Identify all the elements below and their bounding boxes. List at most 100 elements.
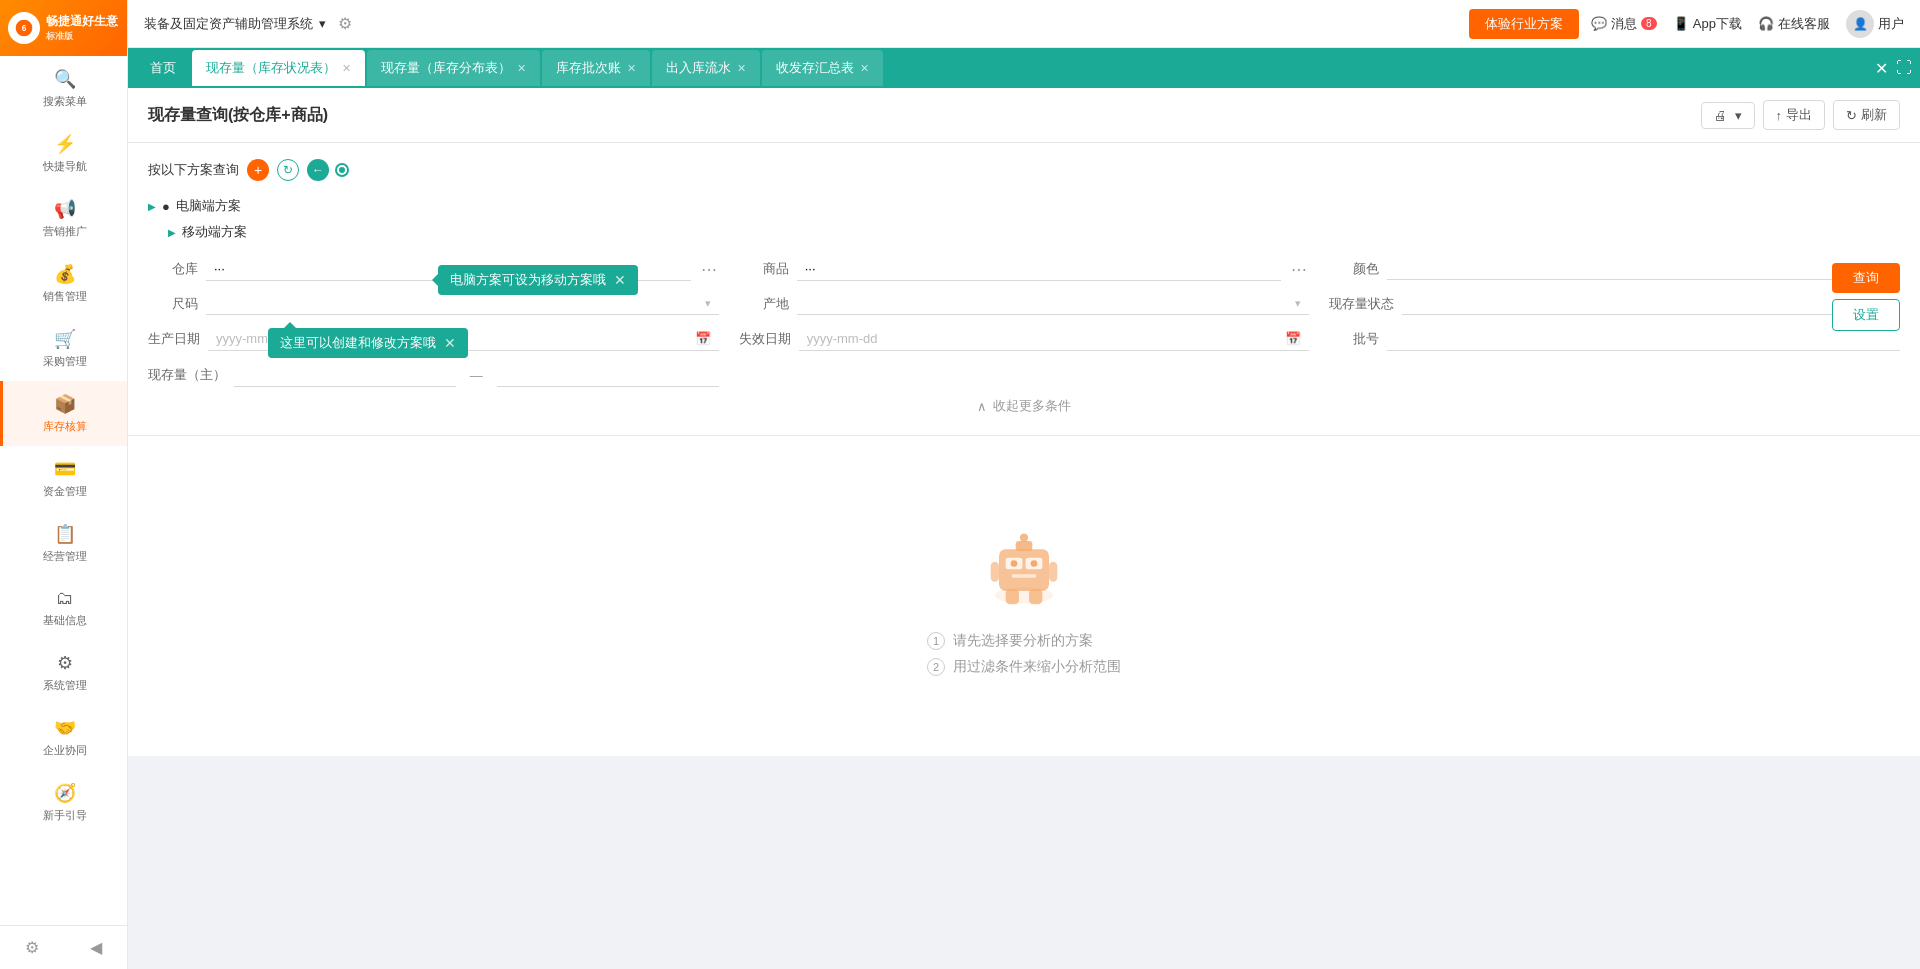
svg-rect-14 xyxy=(1029,589,1042,604)
guide-icon: 🧭 xyxy=(54,782,76,804)
collapse-label: 收起更多条件 xyxy=(993,397,1071,415)
tab-item-4[interactable]: 出入库流水 ✕ xyxy=(652,50,760,86)
filter-area: 按以下方案查询 + ↻ ← 电脑方案可设为移动方案哦 ✕ ▶ ● xyxy=(128,143,1920,436)
scheme-tree-item-desktop[interactable]: ▶ ● 电脑端方案 xyxy=(148,193,1900,219)
sidebar-item-finance[interactable]: 💳资金管理 xyxy=(0,446,127,511)
tab-label-0: 首页 xyxy=(150,59,176,77)
origin-dropdown-arrow: ▾ xyxy=(1295,297,1301,310)
set-btn[interactable]: 设置 xyxy=(1832,299,1900,331)
origin-select[interactable]: ▾ xyxy=(797,293,1310,315)
sidebar-item-system[interactable]: ⚙系统管理 xyxy=(0,640,127,705)
sidebar-item-basic[interactable]: 🗂基础信息 xyxy=(0,576,127,640)
tab-close-3[interactable]: ✕ xyxy=(627,62,636,75)
search-btn[interactable]: 查询 xyxy=(1832,263,1900,293)
expire-date-input[interactable]: yyyy-mm-dd 📅 xyxy=(799,327,1310,351)
warehouse-more-btn[interactable]: ⋯ xyxy=(699,259,719,279)
produce-date-label: 生产日期 xyxy=(148,330,200,348)
empty-tip-1: 1 请先选择要分析的方案 xyxy=(927,632,1121,650)
logo-text-group: 畅捷通好生意 标准版 xyxy=(46,13,118,43)
filter-add-btn[interactable]: + xyxy=(247,159,269,181)
tab-item-5[interactable]: 收发存汇总表✕ xyxy=(762,50,883,86)
filter-back-btn[interactable]: ← xyxy=(307,159,329,181)
stock-qty-to-input[interactable] xyxy=(497,363,719,387)
goods-select[interactable]: ··· xyxy=(797,257,1282,281)
sidebar-item-quick[interactable]: ⚡快捷导航 xyxy=(0,121,127,186)
svg-rect-12 xyxy=(1049,562,1057,582)
color-select[interactable]: ▾ xyxy=(1387,258,1900,280)
filter-field-goods: 商品 ··· ⋯ xyxy=(739,257,1310,281)
logo-icon: 6 xyxy=(8,12,40,44)
filter-refresh-btn[interactable]: ↻ xyxy=(277,159,299,181)
sidebar-item-sales[interactable]: 💰销售管理 xyxy=(0,251,127,316)
svg-rect-3 xyxy=(999,549,1049,591)
expire-date-label: 失效日期 xyxy=(739,330,791,348)
export-btn[interactable]: ↑ 导出 xyxy=(1763,100,1826,130)
svg-rect-11 xyxy=(991,562,999,582)
tabs-bar: 首页现存量（库存状况表）✕现存量（库存分布表）✕库存批次账✕出入库流水✕收发存汇… xyxy=(128,48,1920,88)
sidebar-item-coop[interactable]: 🤝企业协同 xyxy=(0,705,127,770)
settings-bottom-btn[interactable]: ⚙ xyxy=(21,934,43,961)
goods-more-btn[interactable]: ⋯ xyxy=(1289,259,1309,279)
tab-close-4[interactable]: ✕ xyxy=(737,62,746,75)
filter-field-stock-qty: 现存量（主） — xyxy=(148,363,719,387)
tooltip-scheme-text: 电脑方案可设为移动方案哦 xyxy=(450,271,606,289)
sidebar-item-purchase[interactable]: 🛒采购管理 xyxy=(0,316,127,381)
refresh-label: 刷新 xyxy=(1861,106,1887,124)
sidebar-item-search[interactable]: 🔍搜索菜单 xyxy=(0,56,127,121)
filter-row-header: 按以下方案查询 + ↻ ← xyxy=(148,159,1900,181)
scheme-expand-arrow: ▶ xyxy=(148,201,156,212)
scheme-active-dot: ● xyxy=(162,199,170,214)
system-dropdown-arrow[interactable]: ▾ xyxy=(319,16,326,31)
sales-icon: 💰 xyxy=(54,263,76,285)
tab-item-3[interactable]: 库存批次账 ✕ xyxy=(542,50,650,86)
size-select[interactable]: ▾ xyxy=(206,293,719,315)
stock-qty-from-input[interactable] xyxy=(234,363,456,387)
tab-item-1[interactable]: 现存量（库存状况表）✕ xyxy=(192,50,365,86)
print-btn[interactable]: 🖨 ▾ xyxy=(1701,102,1755,129)
logo-badge: 标准版 xyxy=(46,30,118,43)
phone-icon: 📱 xyxy=(1673,16,1689,31)
sidebar-item-guide[interactable]: 🧭新手引导 xyxy=(0,770,127,835)
sidebar-item-inventory[interactable]: 📦库存核算 xyxy=(0,381,127,446)
tab-close-1[interactable]: ✕ xyxy=(342,62,351,75)
batch-input[interactable] xyxy=(1387,327,1900,351)
tab-close-2[interactable]: ✕ xyxy=(517,62,526,75)
tab-label-4: 出入库流水 xyxy=(666,59,731,77)
close-all-tabs-btn[interactable]: ✕ xyxy=(1875,59,1888,78)
topbar-gear-icon[interactable]: ⚙ xyxy=(338,14,352,33)
collapse-up-icon: ∧ xyxy=(977,399,987,414)
tab-item-0[interactable]: 首页 xyxy=(136,50,190,86)
online-support-item[interactable]: 🎧 在线客服 xyxy=(1758,15,1830,33)
expire-date-calendar-icon[interactable]: 📅 xyxy=(1285,331,1301,346)
tab-close-5[interactable]: ✕ xyxy=(860,62,869,75)
marketing-icon: 📢 xyxy=(54,198,76,220)
stock-qty-range-dash: — xyxy=(470,368,483,383)
system-icon: ⚙ xyxy=(57,652,73,674)
trial-btn[interactable]: 体验行业方案 xyxy=(1469,9,1579,39)
refresh-btn[interactable]: ↻ 刷新 xyxy=(1833,100,1900,130)
goods-label: 商品 xyxy=(739,260,789,278)
tab-item-2[interactable]: 现存量（库存分布表）✕ xyxy=(367,50,540,86)
maximize-btn[interactable]: ⛶ xyxy=(1896,59,1912,78)
scheme-tree-item-mobile[interactable]: ▶ 移动端方案 xyxy=(148,219,1900,245)
stock-status-select[interactable]: ▾ xyxy=(1402,293,1900,315)
filter-label: 按以下方案查询 xyxy=(148,161,239,179)
collapse-row[interactable]: ∧ 收起更多条件 xyxy=(148,387,1900,419)
tooltip-edit-close-btn[interactable]: ✕ xyxy=(444,335,456,351)
expire-date-placeholder: yyyy-mm-dd xyxy=(807,331,878,346)
app-download-item[interactable]: 📱 App下载 xyxy=(1673,15,1742,33)
sidebar-item-label-inventory: 库存核算 xyxy=(43,419,87,434)
sidebar-item-operation[interactable]: 📋经营管理 xyxy=(0,511,127,576)
tooltip-scheme-close-btn[interactable]: ✕ xyxy=(614,272,626,288)
sidebar-item-label-basic: 基础信息 xyxy=(43,613,87,628)
tip-num-2: 2 xyxy=(927,658,945,676)
sidebar-item-marketing[interactable]: 📢营销推广 xyxy=(0,186,127,251)
size-label: 尺码 xyxy=(148,295,198,313)
sidebar-item-label-operation: 经营管理 xyxy=(43,549,87,564)
produce-date-calendar-icon[interactable]: 📅 xyxy=(695,331,711,346)
filter-field-expire-date: 失效日期 yyyy-mm-dd 📅 xyxy=(739,327,1310,351)
user-item[interactable]: 👤 用户 xyxy=(1846,10,1904,38)
tab-label-3: 库存批次账 xyxy=(556,59,621,77)
collapse-sidebar-btn[interactable]: ◀ xyxy=(86,934,106,961)
message-item[interactable]: 💬 消息 8 xyxy=(1591,15,1657,33)
